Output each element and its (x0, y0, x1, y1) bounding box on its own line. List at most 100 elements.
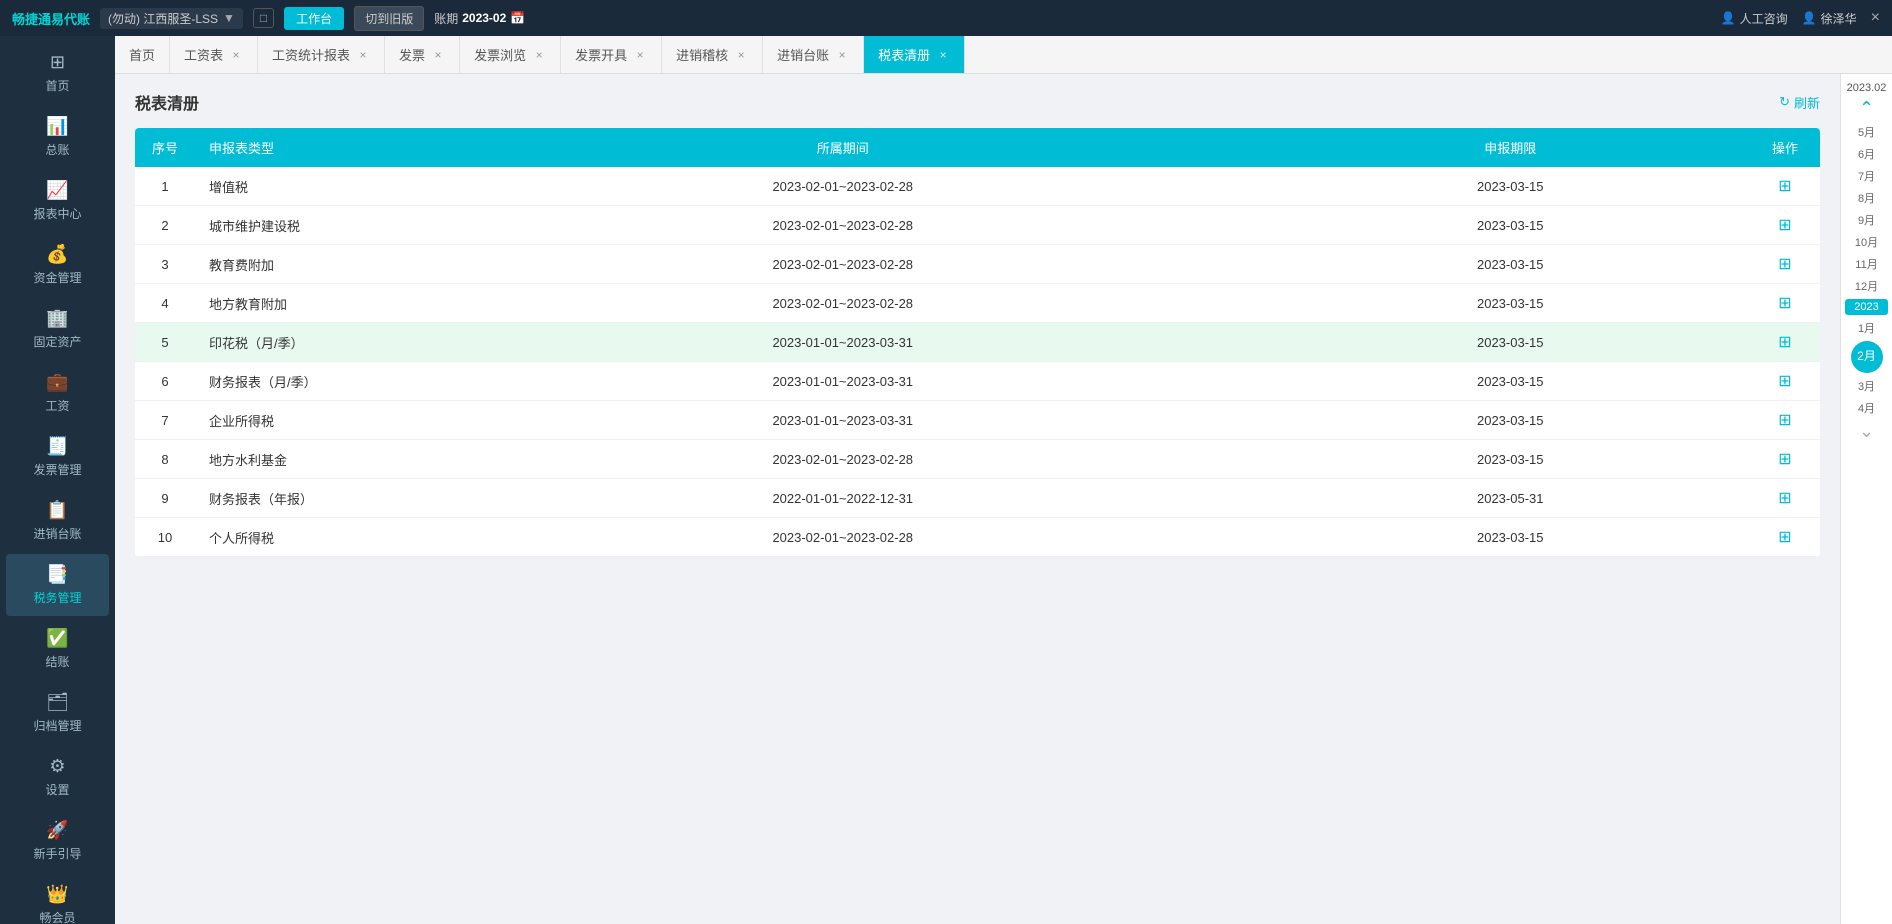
report-icon: 📈 (46, 180, 68, 201)
tab-close-icon[interactable]: × (936, 48, 950, 62)
cell-seq: 5 (135, 323, 195, 362)
tab-purchase-check[interactable]: 进销稽核× (662, 36, 763, 73)
tab-close-icon[interactable]: × (431, 48, 445, 62)
sidebar-item-label: 税务管理 (33, 589, 81, 606)
tab-invoice-open[interactable]: 发票开具× (561, 36, 662, 73)
month-item[interactable]: 4月 (1841, 397, 1892, 419)
cell-deadline: 2023-03-15 (1270, 323, 1750, 362)
table-row: 1 增值税 2023-02-01~2023-02-28 2023-03-15 ⊞ (135, 167, 1820, 206)
month-item[interactable]: 5月 (1841, 121, 1892, 143)
sidebar-item-label: 发票管理 (33, 461, 81, 478)
cell-action: ⊞ (1750, 362, 1820, 401)
old-version-button[interactable]: 切到旧版 (354, 6, 424, 31)
tax-table: 序号 申报表类型 所属期间 申报期限 操作 1 增值税 2023-02-01~2… (135, 128, 1820, 557)
workbench-button[interactable]: 工作台 (284, 7, 344, 30)
action-icon[interactable]: ⊞ (1778, 373, 1791, 390)
sidebar-item-salary[interactable]: 💼 工资 (6, 362, 109, 424)
home-icon: ⊞ (50, 52, 65, 73)
tab-close-icon[interactable]: × (633, 48, 647, 62)
cell-period: 2023-02-01~2023-02-28 (415, 245, 1270, 284)
action-icon[interactable]: ⊞ (1778, 217, 1791, 234)
tab-bar: 首页工资表×工资统计报表×发票×发票浏览×发票开具×进销稽核×进销台账×税表清册… (115, 36, 1892, 74)
month-item[interactable]: 3月 (1841, 375, 1892, 397)
company-selector[interactable]: (勿动) 江西服圣-LSS ▼ (100, 8, 243, 29)
tab-close-icon[interactable]: × (734, 48, 748, 62)
action-icon[interactable]: ⊞ (1778, 334, 1791, 351)
cell-period: 2023-02-01~2023-02-28 (415, 206, 1270, 245)
sidebar-item-ledger[interactable]: 📊 总账 (6, 106, 109, 168)
scroll-up-button[interactable]: ⌃ (1859, 98, 1874, 119)
month-item[interactable]: 12月 (1841, 275, 1892, 297)
tab-purchase-ledger[interactable]: 进销台账× (763, 36, 864, 73)
user-service[interactable]: 👤 人工咨询 (1721, 10, 1788, 27)
top-bar-right: 👤 人工咨询 👤 徐泽华 × (1721, 9, 1880, 27)
settlement-icon: ✅ (46, 628, 68, 649)
right-panel: 2023.02 ⌃ 5月6月7月8月9月10月11月12月 2023 1月2月3月4… (1840, 74, 1892, 924)
cell-deadline: 2023-03-15 (1270, 167, 1750, 206)
tab-salary[interactable]: 工资表× (170, 36, 258, 73)
col-period: 所属期间 (415, 128, 1270, 167)
month-item[interactable]: 7月 (1841, 165, 1892, 187)
tab-close-icon[interactable]: × (356, 48, 370, 62)
tab-tax-register[interactable]: 税表清册 × (864, 36, 965, 73)
cell-seq: 8 (135, 440, 195, 479)
active-month[interactable]: 2月 (1851, 341, 1883, 373)
month-item[interactable]: 9月 (1841, 209, 1892, 231)
table-header-row: 序号 申报表类型 所属期间 申报期限 操作 (135, 128, 1820, 167)
action-icon[interactable]: ⊞ (1778, 490, 1791, 507)
month-item[interactable]: 8月 (1841, 187, 1892, 209)
tab-label: 税表清册 (878, 45, 930, 64)
close-button[interactable]: × (1871, 9, 1880, 27)
refresh-button[interactable]: ↻ 刷新 (1779, 93, 1820, 112)
tab-label: 工资统计报表 (272, 45, 350, 64)
tab-invoice[interactable]: 发票× (385, 36, 460, 73)
month-item[interactable]: 11月 (1841, 253, 1892, 275)
sidebar-item-archive[interactable]: 🗂 归档管理 (6, 682, 109, 744)
scroll-down-button[interactable]: ⌄ (1859, 421, 1874, 442)
sidebar-item-tax[interactable]: 📑 税务管理 (6, 554, 109, 616)
cell-type: 个人所得税 (195, 518, 415, 557)
year-label: 2023.02 (1847, 82, 1887, 94)
sidebar-item-invoice[interactable]: 🧾 发票管理 (6, 426, 109, 488)
month-item[interactable]: 10月 (1841, 231, 1892, 253)
assets-icon: 🏢 (46, 308, 68, 329)
sidebar-item-settings[interactable]: ⚙ 设置 (6, 746, 109, 808)
action-icon[interactable]: ⊞ (1778, 178, 1791, 195)
sidebar-item-label: 工资 (45, 397, 69, 414)
sidebar-item-vip[interactable]: 👑 畅会员 (6, 874, 109, 924)
cell-seq: 10 (135, 518, 195, 557)
tab-close-icon[interactable]: × (835, 48, 849, 62)
tab-salary-report[interactable]: 工资统计报表 × (258, 36, 385, 73)
sidebar-item-funds[interactable]: 💰 资金管理 (6, 234, 109, 296)
copy-button[interactable]: □ (253, 8, 274, 28)
action-icon[interactable]: ⊞ (1778, 451, 1791, 468)
table-row: 9 财务报表（年报） 2022-01-01~2022-12-31 2023-05… (135, 479, 1820, 518)
tab-close-icon[interactable]: × (532, 48, 546, 62)
sidebar-item-guide[interactable]: 🚀 新手引导 (6, 810, 109, 872)
tab-invoice-query[interactable]: 发票浏览× (460, 36, 561, 73)
sidebar-item-report[interactable]: 📈 报表中心 (6, 170, 109, 232)
cell-type: 教育费附加 (195, 245, 415, 284)
tab-close-icon[interactable]: × (229, 48, 243, 62)
sidebar-item-purchasesales[interactable]: 📋 进销台账 (6, 490, 109, 552)
user-menu[interactable]: 👤 徐泽华 (1802, 10, 1857, 27)
sidebar-item-assets[interactable]: 🏢 固定资产 (6, 298, 109, 360)
current-year-badge[interactable]: 2023 (1845, 299, 1888, 315)
action-icon[interactable]: ⊞ (1778, 529, 1791, 546)
cell-action: ⊞ (1750, 401, 1820, 440)
month-item[interactable]: 6月 (1841, 143, 1892, 165)
action-icon[interactable]: ⊞ (1778, 256, 1791, 273)
cell-deadline: 2023-03-15 (1270, 206, 1750, 245)
sidebar-item-label: 报表中心 (33, 205, 81, 222)
cell-type: 财务报表（年报） (195, 479, 415, 518)
calendar-icon[interactable]: 📅 (510, 11, 525, 25)
action-icon[interactable]: ⊞ (1778, 295, 1791, 312)
tab-home[interactable]: 首页 (115, 36, 170, 73)
month-item-1[interactable]: 1月 (1841, 317, 1892, 339)
sidebar-item-home[interactable]: ⊞ 首页 (6, 42, 109, 104)
cell-period: 2023-02-01~2023-02-28 (415, 167, 1270, 206)
cell-action: ⊞ (1750, 206, 1820, 245)
action-icon[interactable]: ⊞ (1778, 412, 1791, 429)
sidebar-item-settlement[interactable]: ✅ 结账 (6, 618, 109, 680)
archive-icon: 🗂 (46, 692, 69, 713)
